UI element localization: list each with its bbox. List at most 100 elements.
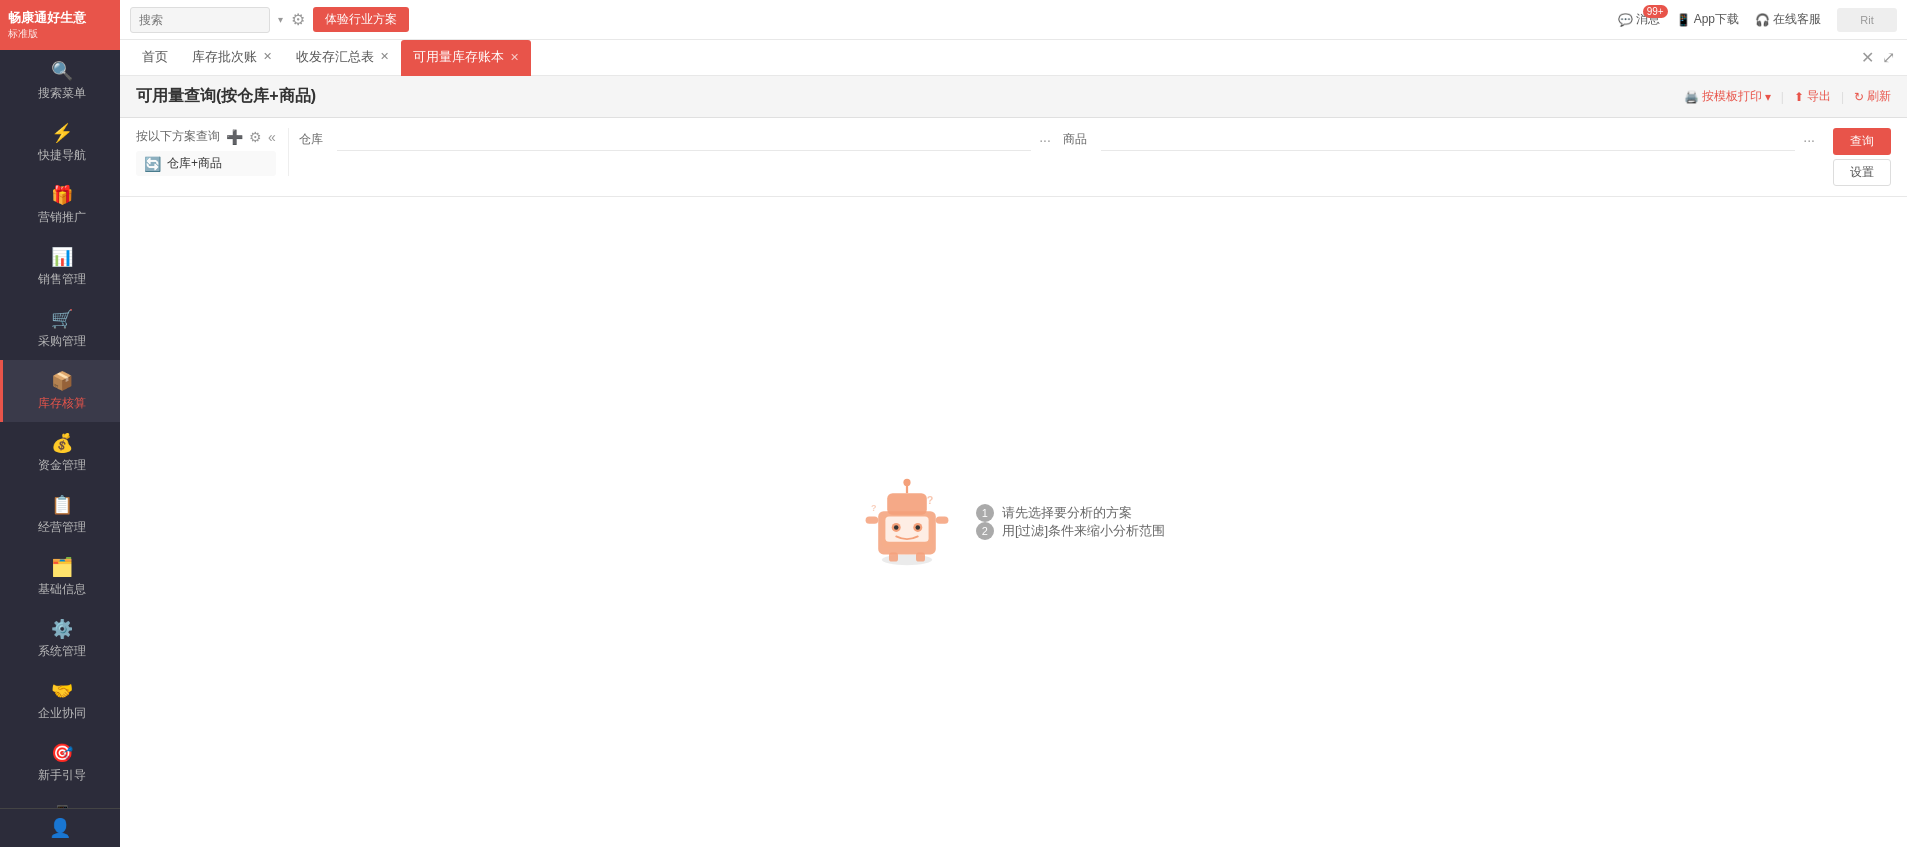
svg-rect-13 — [889, 553, 898, 562]
sidebar-icon-marketing-promo: 🎁 — [51, 184, 73, 206]
goods-field: 商品 ··· — [1063, 128, 1815, 151]
phone-icon: 📱 — [1676, 13, 1691, 27]
online-service-label: 在线客服 — [1773, 11, 1821, 28]
export-label: 导出 — [1807, 88, 1831, 105]
goods-input[interactable] — [1101, 128, 1795, 151]
sidebar-item-marketing-promo[interactable]: 🎁 营销推广 — [0, 174, 120, 236]
tip-number-2: 2 — [976, 522, 994, 540]
message-icon: 💬 — [1618, 13, 1633, 27]
tab-home[interactable]: 首页 — [130, 40, 180, 76]
app-download-link[interactable]: 📱 App下载 — [1676, 11, 1739, 28]
scheme-label: 仓库+商品 — [167, 155, 222, 172]
svg-text:?: ? — [927, 494, 934, 506]
topbar-right: 💬 消息 99+ 📱 App下载 🎧 在线客服 Rit — [1618, 8, 1897, 32]
svg-point-7 — [915, 525, 920, 530]
print-template-button[interactable]: 🖨️ 按模板打印 ▾ — [1684, 88, 1771, 105]
goods-label: 商品 — [1063, 131, 1093, 148]
tabs-bar: 首页库存批次账✕收发存汇总表✕可用量库存账本✕ ✕ ⤢ — [120, 40, 1907, 76]
collapse-button[interactable]: « — [268, 129, 276, 145]
settings-button[interactable]: 设置 — [1833, 159, 1891, 186]
sidebar-item-enterprise[interactable]: 🤝 企业协同 — [0, 670, 120, 732]
sidebar-label-finance: 资金管理 — [38, 457, 86, 474]
tab-close-collect-account[interactable]: ✕ — [380, 50, 389, 63]
print-chevron-icon[interactable]: ▾ — [1765, 90, 1771, 104]
svg-rect-8 — [887, 493, 927, 515]
sidebar-item-sales[interactable]: 📊 销售管理 — [0, 236, 120, 298]
query-button[interactable]: 查询 — [1833, 128, 1891, 155]
sidebar-item-finance[interactable]: 💰 资金管理 — [0, 422, 120, 484]
divider-2: | — [1841, 90, 1844, 104]
close-tab-button[interactable]: ✕ — [1859, 46, 1876, 69]
divider-1: | — [1781, 90, 1784, 104]
sidebar-label-shortcut: 快捷导航 — [38, 147, 86, 164]
page-header: 可用量查询(按仓库+商品) 🖨️ 按模板打印 ▾ | ⬆ 导出 | ↻ 刷新 — [120, 76, 1907, 118]
svg-rect-3 — [885, 517, 928, 542]
robot-svg: ? ? — [862, 477, 952, 567]
filter-section-label: 按以下方案查询 ➕ ⚙ « — [136, 128, 276, 145]
sidebar-icon-enterprise: 🤝 — [51, 680, 73, 702]
page-title: 可用量查询(按仓库+商品) — [136, 86, 316, 107]
goods-more-icon[interactable]: ··· — [1803, 132, 1815, 148]
sidebar-icon-system: ⚙️ — [51, 618, 73, 640]
svg-point-6 — [894, 525, 899, 530]
topbar-search-box[interactable] — [130, 7, 270, 33]
tab-available-account[interactable]: 可用量库存账本✕ — [401, 40, 531, 76]
scheme-icon: 🔄 — [144, 156, 161, 172]
warehouse-more-icon[interactable]: ··· — [1039, 132, 1051, 148]
sidebar-label-purchase: 采购管理 — [38, 333, 86, 350]
tab-close-batch-account[interactable]: ✕ — [263, 50, 272, 63]
refresh-label: 刷新 — [1867, 88, 1891, 105]
sidebar-item-shortcut[interactable]: ⚡ 快捷导航 — [0, 112, 120, 174]
sidebar-item-inventory[interactable]: 📦 库存核算 — [0, 360, 120, 422]
export-button[interactable]: ⬆ 导出 — [1794, 88, 1831, 105]
topbar: ▾ ⚙ 体验行业方案 💬 消息 99+ 📱 App下载 🎧 在线客服 Rit — [120, 0, 1907, 40]
sidebar-label-guide: 新手引导 — [38, 767, 86, 784]
tip-number-1: 1 — [976, 504, 994, 522]
sidebar-label-search: 搜索菜单 — [38, 85, 86, 102]
sidebar-item-basic[interactable]: 🗂️ 基础信息 — [0, 546, 120, 608]
sidebar-item-app-center[interactable]: 📱 应用中心 — [0, 794, 120, 808]
scheme-item-warehouse-goods[interactable]: 🔄 仓库+商品 — [136, 151, 276, 176]
industry-button[interactable]: 体验行业方案 — [313, 7, 409, 32]
sidebar-icon-basic: 🗂️ — [51, 556, 73, 578]
sidebar-label-system: 系统管理 — [38, 643, 86, 660]
printer-icon: 🖨️ — [1684, 90, 1699, 104]
svg-rect-11 — [865, 517, 878, 524]
warehouse-input[interactable] — [337, 128, 1031, 151]
empty-text: 1 请先选择要分析的方案 2 用[过滤]条件来缩小分析范围 — [976, 504, 1165, 540]
online-service-link[interactable]: 🎧 在线客服 — [1755, 11, 1821, 28]
sidebar-item-purchase[interactable]: 🛒 采购管理 — [0, 298, 120, 360]
sidebar-item-search[interactable]: 🔍 搜索菜单 — [0, 50, 120, 112]
sidebar-item-operations[interactable]: 📋 经营管理 — [0, 484, 120, 546]
gear-icon[interactable]: ⚙ — [291, 10, 305, 29]
tab-batch-account[interactable]: 库存批次账✕ — [180, 40, 284, 76]
tab-close-available-account[interactable]: ✕ — [510, 51, 519, 64]
refresh-button[interactable]: ↻ 刷新 — [1854, 88, 1891, 105]
tab-collect-account[interactable]: 收发存汇总表 ✕ — [284, 40, 401, 76]
add-scheme-button[interactable]: ➕ — [226, 129, 243, 145]
svg-rect-12 — [936, 517, 949, 524]
warehouse-field: 仓库 ··· — [299, 128, 1051, 151]
empty-content: ? ? 1 请先选择要分析的方案 2 用[过滤]条件来缩小分析范围 — [862, 477, 1165, 567]
sidebar-icon-search: 🔍 — [51, 60, 73, 82]
sidebar-label-basic: 基础信息 — [38, 581, 86, 598]
dropdown-icon[interactable]: ▾ — [278, 14, 283, 25]
user-avatar[interactable]: Rit — [1837, 8, 1897, 32]
sidebar-item-system[interactable]: ⚙️ 系统管理 — [0, 608, 120, 670]
manage-scheme-button[interactable]: ⚙ — [249, 129, 262, 145]
search-input[interactable] — [139, 13, 239, 27]
sidebar-icon-operations: 📋 — [51, 494, 73, 516]
sidebar-label-sales: 销售管理 — [38, 271, 86, 288]
tip-text-1: 请先选择要分析的方案 — [1002, 504, 1132, 522]
sidebar-label-enterprise: 企业协同 — [38, 705, 86, 722]
tab-label-collect-account: 收发存汇总表 — [296, 48, 374, 66]
app-header: 畅康通好生意 标准版 — [0, 0, 120, 50]
svg-text:?: ? — [871, 503, 877, 513]
tab-label-home: 首页 — [142, 48, 168, 66]
empty-state: ? ? 1 请先选择要分析的方案 2 用[过滤]条件来缩小分析范围 — [120, 197, 1907, 847]
sidebar-item-guide[interactable]: 🎯 新手引导 — [0, 732, 120, 794]
sidebar-scroll: 🔍 搜索菜单 ⚡ 快捷导航 🎁 营销推广 📊 销售管理 🛒 采购管理 📦 库存核… — [0, 50, 120, 808]
expand-tab-button[interactable]: ⤢ — [1880, 46, 1897, 69]
headset-icon: 🎧 — [1755, 13, 1770, 27]
message-notification[interactable]: 💬 消息 99+ — [1618, 11, 1660, 28]
